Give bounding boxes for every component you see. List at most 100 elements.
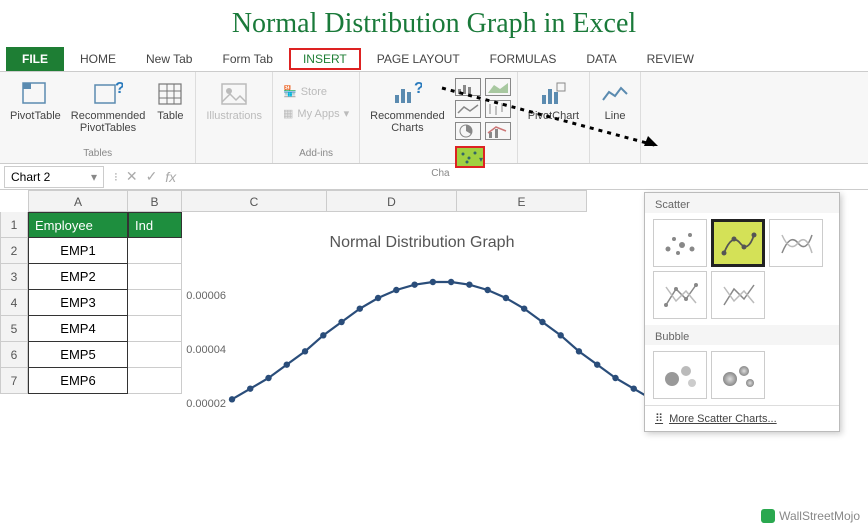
cancel-formula-icon[interactable]: ✕ (126, 168, 138, 185)
scatter-chart-dropdown[interactable]: ▾ (455, 146, 485, 168)
column-header[interactable]: C (182, 190, 327, 212)
combo-chart-icon[interactable] (485, 122, 511, 140)
pivottable-button[interactable]: PivotTable (10, 76, 61, 122)
tables-group-label: Tables (83, 148, 112, 161)
svg-text:?: ? (414, 81, 422, 97)
column-header[interactable]: B (128, 190, 182, 212)
table-label: Table (157, 110, 183, 122)
header-cell[interactable]: Employee (28, 212, 128, 238)
bubble-option-3d[interactable] (711, 351, 765, 399)
employee-cell[interactable]: EMP5 (28, 342, 128, 368)
y-tick-1: 0.00004 (186, 344, 226, 356)
header-cell[interactable]: Ind (128, 212, 182, 238)
chevron-down-icon[interactable]: ▾ (91, 170, 97, 184)
ribbon-group-pivotchart: PivotChart (518, 72, 590, 163)
scatter-option-markers[interactable] (653, 219, 707, 267)
store-icon: 🏪 (283, 86, 297, 98)
column-header[interactable]: E (457, 190, 587, 212)
ribbon-tabs: FILE HOME New Tab Form Tab INSERT PAGE L… (0, 46, 868, 72)
column-header[interactable]: D (327, 190, 457, 212)
pivottable-label: PivotTable (10, 110, 61, 122)
chart-title: Normal Distribution Graph (182, 228, 662, 256)
bubble-option-2d[interactable] (653, 351, 707, 399)
recommended-pivot-button[interactable]: ? Recommended PivotTables (71, 76, 146, 134)
row-header[interactable]: 4 (0, 290, 28, 316)
row-header[interactable]: 5 (0, 316, 28, 342)
pivotchart-label: PivotChart (528, 110, 579, 122)
scatter-option-straight[interactable] (711, 271, 765, 319)
row-header[interactable]: 2 (0, 238, 28, 264)
row-header[interactable]: 1 (0, 212, 28, 238)
cell[interactable] (128, 264, 182, 290)
more-scatter-icon: ⠿ (655, 412, 663, 425)
tab-page-layout[interactable]: PAGE LAYOUT (363, 48, 474, 70)
tab-new-tab[interactable]: New Tab (132, 48, 206, 70)
scatter-option-straight-markers[interactable] (653, 271, 707, 319)
illustrations-label: Illustrations (206, 110, 262, 122)
bar-chart-icon[interactable] (455, 78, 481, 96)
chart-line (182, 256, 662, 436)
store-button[interactable]: 🏪 Store (283, 82, 327, 98)
ribbon-group-tables: PivotTable ? Recommended PivotTables Tab… (0, 72, 196, 163)
tab-formulas[interactable]: FORMULAS (476, 48, 571, 70)
pie-chart-icon[interactable] (455, 122, 481, 140)
line-chart-icon[interactable] (455, 100, 481, 118)
chart-plot-area: 0.00006 0.00004 0.00002 (182, 256, 662, 436)
tab-file[interactable]: FILE (6, 47, 64, 71)
tab-review[interactable]: REVIEW (633, 48, 708, 70)
recommended-charts-label: Recommended Charts (370, 110, 445, 134)
employee-cell[interactable]: EMP6 (28, 368, 128, 394)
more-scatter-link[interactable]: ⠿ More Scatter Charts... (645, 405, 839, 431)
cell[interactable] (128, 238, 182, 264)
tab-home[interactable]: HOME (66, 48, 130, 70)
embedded-chart[interactable]: Normal Distribution Graph 0.00006 0.0000… (182, 228, 662, 448)
sparkline-icon (600, 80, 630, 108)
employee-cell[interactable]: EMP2 (28, 264, 128, 290)
accept-formula-icon[interactable]: ✓ (146, 168, 158, 185)
row-header[interactable]: 3 (0, 264, 28, 290)
ribbon-group-sparklines: Line (590, 72, 641, 163)
cell[interactable] (128, 316, 182, 342)
scatter-option-smooth-markers[interactable] (711, 219, 765, 267)
ribbon-group-charts: ? Recommended Charts ▾ Cha (360, 72, 518, 163)
tab-insert[interactable]: INSERT (289, 48, 361, 70)
recommended-charts-button[interactable]: ? Recommended Charts (370, 76, 445, 134)
name-box[interactable]: Chart 2 ▾ (4, 166, 104, 188)
fx-icon[interactable]: fx (165, 169, 176, 185)
apps-icon: ▦ (283, 108, 293, 120)
ribbon-body: PivotTable ? Recommended PivotTables Tab… (0, 72, 868, 164)
tab-form-tab[interactable]: Form Tab (208, 48, 286, 70)
employee-cell[interactable]: EMP1 (28, 238, 128, 264)
scatter-option-smooth[interactable] (769, 219, 823, 267)
scatter-chart-popup: Scatter Bubble ⠿ More Scatter Charts... (644, 192, 840, 432)
employee-cell[interactable]: EMP3 (28, 290, 128, 316)
pivottable-icon (20, 80, 50, 108)
store-label: Store (301, 86, 327, 98)
tab-data[interactable]: DATA (572, 48, 630, 70)
column-header[interactable]: A (28, 190, 128, 212)
recommended-pivot-label: Recommended PivotTables (71, 110, 146, 134)
myapps-button[interactable]: ▦ My Apps ▾ (283, 104, 349, 120)
name-box-value: Chart 2 (11, 170, 50, 184)
sparkline-line-button[interactable]: Line (600, 76, 630, 122)
row-header[interactable]: 7 (0, 368, 28, 394)
pivotchart-button[interactable]: PivotChart (528, 76, 579, 122)
y-tick-0: 0.00006 (186, 290, 226, 302)
cell[interactable] (128, 290, 182, 316)
svg-text:?: ? (115, 81, 123, 97)
cell[interactable] (128, 368, 182, 394)
table-icon (155, 80, 185, 108)
employee-cell[interactable]: EMP4 (28, 316, 128, 342)
table-button[interactable]: Table (155, 76, 185, 122)
stock-chart-icon[interactable] (485, 100, 511, 118)
sparkline-label: Line (605, 110, 626, 122)
watermark-logo-icon (761, 509, 775, 523)
illustrations-button[interactable]: Illustrations (206, 76, 262, 122)
cell[interactable] (128, 342, 182, 368)
addins-group-label: Add-ins (299, 148, 333, 161)
row-header[interactable]: 6 (0, 342, 28, 368)
area-chart-icon[interactable] (485, 78, 511, 96)
myapps-label: My Apps (297, 108, 339, 120)
more-scatter-label: More Scatter Charts... (669, 413, 777, 425)
recommended-charts-icon: ? (392, 80, 422, 108)
